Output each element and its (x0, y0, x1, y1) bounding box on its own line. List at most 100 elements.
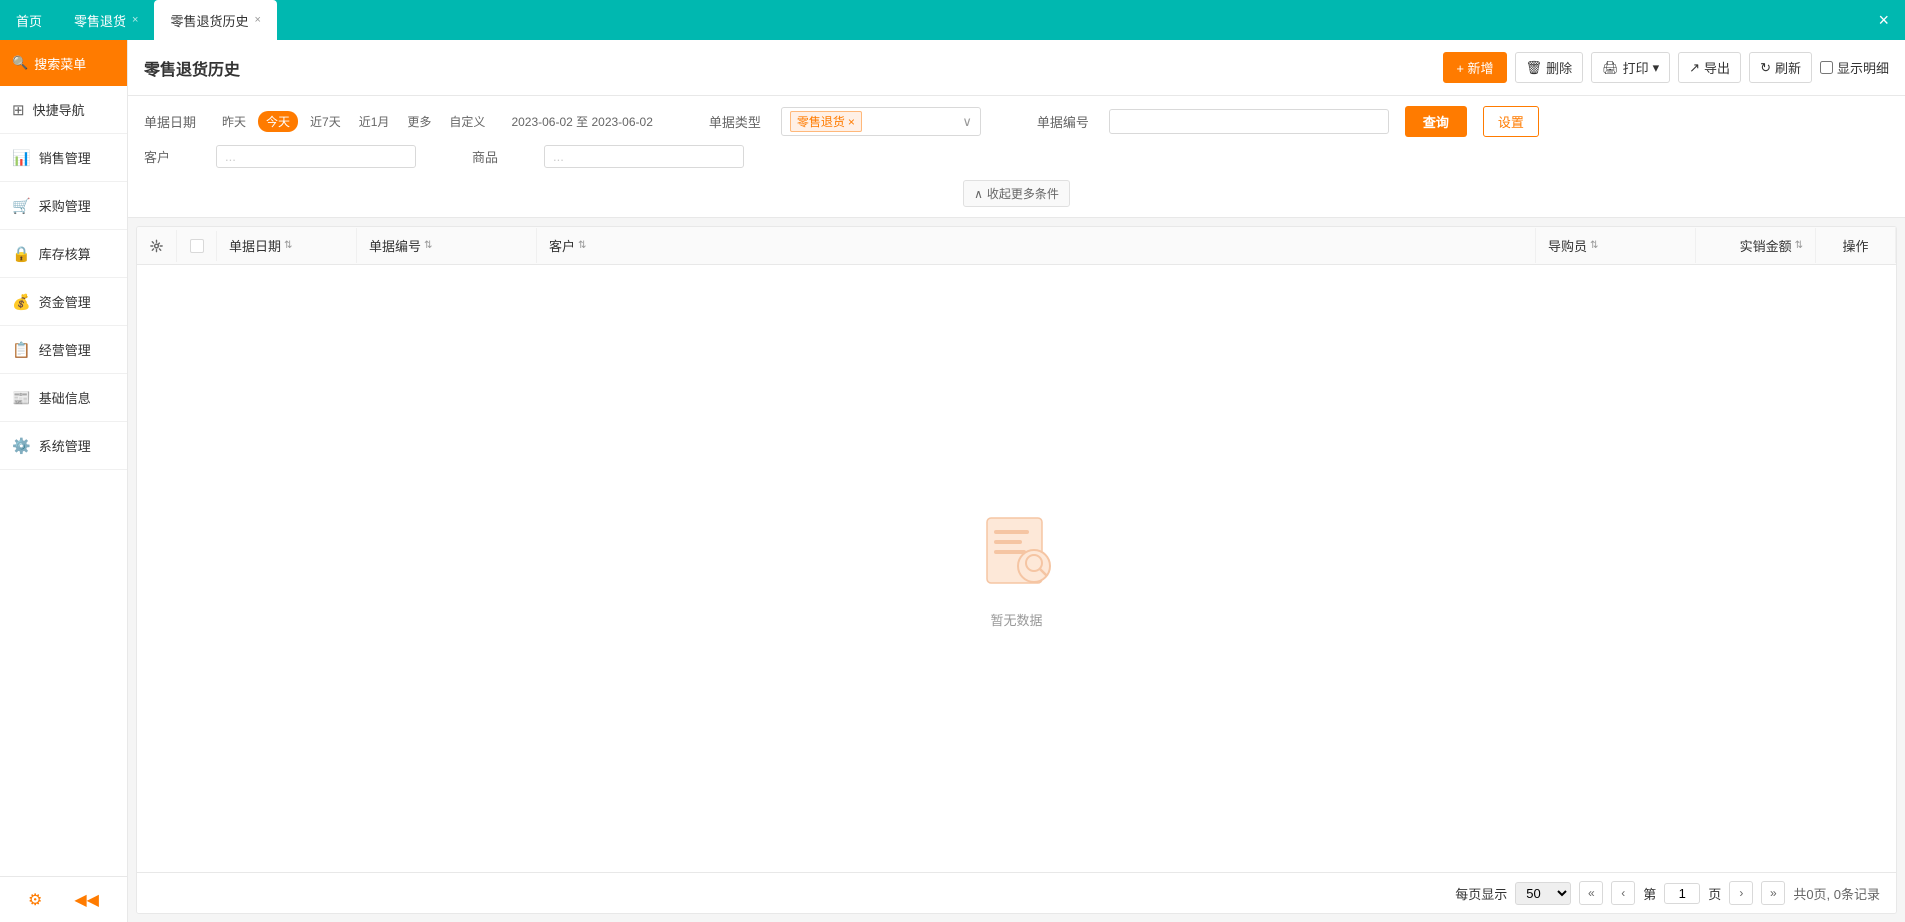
th-amount[interactable]: 实销金额 ⇅ (1696, 228, 1816, 263)
sidebar-item-inventory[interactable]: 🔒 库存核算 (0, 230, 127, 278)
sidebar-item-purchase-mgmt[interactable]: 🛒 采购管理 (0, 182, 127, 230)
sidebar-item-ops-mgmt[interactable]: 📋 经营管理 (0, 326, 127, 374)
show-detail-label: 显示明细 (1820, 58, 1889, 77)
next-page-button[interactable]: › (1729, 881, 1753, 905)
page-header: 零售退货历史 + 新增 🗑 删除 🖨 打印 ▾ ↗ 导出 ↻ (128, 40, 1905, 96)
settings-button[interactable]: 设置 (1483, 106, 1539, 137)
table-container: 单据日期 ⇅ 单据编号 ⇅ 客户 ⇅ 导购员 ⇅ 实销金额 ⇅ (136, 226, 1897, 914)
th-customer[interactable]: 客户 ⇅ (537, 228, 1536, 263)
th-guide-label: 导购员 (1548, 236, 1587, 255)
per-page-label: 每页显示 (1455, 884, 1507, 903)
filter-row-1: 单据日期 昨天 今天 近7天 近1月 更多 自定义 2023-06-02 至 2… (144, 106, 1889, 137)
show-detail-checkbox[interactable] (1820, 61, 1833, 74)
sidebar-item-finance-mgmt[interactable]: 💰 资金管理 (0, 278, 127, 326)
basic-info-icon: 📰 (12, 389, 31, 407)
refresh-button[interactable]: ↻ 刷新 (1749, 52, 1812, 83)
bill-type-select[interactable]: 零售退货 × ∨ (781, 107, 981, 136)
tab-home[interactable]: 首页 (0, 0, 58, 40)
sidebar-item-sys-mgmt[interactable]: ⚙️ 系统管理 (0, 422, 127, 470)
per-page-select[interactable]: 10 20 50 100 (1515, 882, 1571, 905)
select-all-checkbox[interactable] (190, 239, 204, 253)
search-icon: 🔍 (12, 55, 28, 71)
sidebar-item-purchase-label: 采购管理 (39, 196, 91, 215)
sidebar-item-sales-mgmt[interactable]: 📊 销售管理 (0, 134, 127, 182)
tab-retail-return-label: 零售退货 (74, 11, 126, 30)
tab-retail-return-history[interactable]: 零售退货历史 × (154, 0, 276, 40)
ops-icon: 📋 (12, 341, 31, 359)
th-bill-no-sort-icon: ⇅ (424, 240, 432, 251)
bottom-settings-icon[interactable]: ⚙ (28, 890, 42, 910)
prev-page-button[interactable]: ‹ (1611, 881, 1635, 905)
tab-home-label: 首页 (16, 11, 42, 30)
sidebar-item-inventory-label: 库存核算 (39, 244, 91, 263)
date-btn-today[interactable]: 今天 (258, 111, 298, 132)
th-guide-sort-icon: ⇅ (1590, 240, 1598, 251)
th-date-sort-icon: ⇅ (284, 240, 292, 251)
page-title: 零售退货历史 (144, 56, 240, 80)
query-button[interactable]: 查询 (1405, 106, 1467, 137)
tab-retail-return-close[interactable]: × (132, 14, 138, 26)
bill-type-tag-close[interactable]: × (848, 115, 855, 129)
th-bill-no[interactable]: 单据编号 ⇅ (357, 228, 537, 263)
th-customer-label: 客户 (549, 236, 575, 255)
sidebar-item-basic-info[interactable]: 📰 基础信息 (0, 374, 127, 422)
print-dropdown-icon: ▾ (1653, 60, 1660, 76)
customer-placeholder: ... (225, 149, 236, 164)
bottom-sound-icon[interactable]: ◀◀ (74, 890, 99, 910)
show-detail-text: 显示明细 (1837, 58, 1889, 77)
sidebar-item-sys-label: 系统管理 (39, 436, 91, 455)
print-button[interactable]: 🖨 打印 ▾ (1591, 52, 1670, 83)
sidebar-item-quick-nav-label: 快捷导航 (33, 100, 85, 119)
collapse-label: 收起更多条件 (987, 185, 1059, 202)
date-btn-last7[interactable]: 近7天 (304, 111, 347, 132)
page-unit: 页 (1708, 884, 1721, 903)
content-area: 零售退货历史 + 新增 🗑 删除 🖨 打印 ▾ ↗ 导出 ↻ (128, 40, 1905, 922)
bill-no-label: 单据编号 (1037, 112, 1093, 131)
bill-type-label: 单据类型 (709, 112, 765, 131)
th-checkbox[interactable] (177, 231, 217, 261)
bill-no-input[interactable] (1109, 109, 1389, 134)
th-date[interactable]: 单据日期 ⇅ (217, 228, 357, 263)
sidebar-item-quick-nav[interactable]: ⊞ 快捷导航 (0, 86, 127, 134)
page-actions: + 新增 🗑 删除 🖨 打印 ▾ ↗ 导出 ↻ 刷新 (1443, 52, 1889, 83)
tab-retail-return[interactable]: 零售退货 × (58, 0, 154, 40)
window-close-button[interactable]: × (1862, 10, 1905, 31)
tab-retail-return-history-close[interactable]: × (254, 14, 260, 26)
page-number-input[interactable] (1664, 883, 1700, 904)
collapse-row: ∧ 收起更多条件 (144, 176, 1889, 207)
sidebar-item-sales-label: 销售管理 (39, 148, 91, 167)
refresh-icon: ↻ (1760, 60, 1771, 76)
date-btn-more[interactable]: 更多 (401, 111, 437, 132)
export-button[interactable]: ↗ 导出 (1678, 52, 1741, 83)
bill-type-tag-text: 零售退货 (797, 113, 845, 130)
table-body: 暂无数据 (137, 265, 1896, 872)
date-btn-yesterday[interactable]: 昨天 (216, 111, 252, 132)
th-guide[interactable]: 导购员 ⇅ (1536, 228, 1696, 263)
date-range-display: 2023-06-02 至 2023-06-02 (511, 113, 652, 130)
customer-select[interactable]: ... (216, 145, 416, 168)
sidebar-search-label: 搜索菜单 (34, 54, 86, 73)
th-date-label: 单据日期 (229, 236, 281, 255)
goods-placeholder: ... (553, 149, 564, 164)
inventory-icon: 🔒 (12, 245, 31, 263)
first-page-button[interactable]: « (1579, 881, 1603, 905)
sidebar-search[interactable]: 🔍 搜索菜单 (0, 40, 127, 86)
date-btn-custom[interactable]: 自定义 (443, 111, 491, 132)
date-btn-last1m[interactable]: 近1月 (353, 111, 396, 132)
page-label: 第 (1643, 884, 1656, 903)
bill-type-dropdown-icon: ∨ (962, 114, 972, 130)
print-icon: 🖨 (1602, 60, 1619, 76)
goods-select[interactable]: ... (544, 145, 744, 168)
collapse-button[interactable]: ∧ 收起更多条件 (963, 180, 1070, 207)
print-label: 打印 (1623, 58, 1649, 77)
bill-date-label: 单据日期 (144, 112, 200, 131)
filter-area: 单据日期 昨天 今天 近7天 近1月 更多 自定义 2023-06-02 至 2… (128, 96, 1905, 218)
add-button[interactable]: + 新增 (1443, 52, 1506, 83)
delete-button[interactable]: 🗑 删除 (1515, 52, 1584, 83)
th-op: 操作 (1816, 228, 1896, 263)
main-layout: 🔍 搜索菜单 ⊞ 快捷导航 📊 销售管理 🛒 采购管理 🔒 库存核算 💰 资金管… (0, 40, 1905, 922)
th-settings[interactable] (137, 230, 177, 262)
empty-illustration (972, 508, 1062, 598)
th-op-label: 操作 (1842, 236, 1868, 255)
last-page-button[interactable]: » (1761, 881, 1785, 905)
